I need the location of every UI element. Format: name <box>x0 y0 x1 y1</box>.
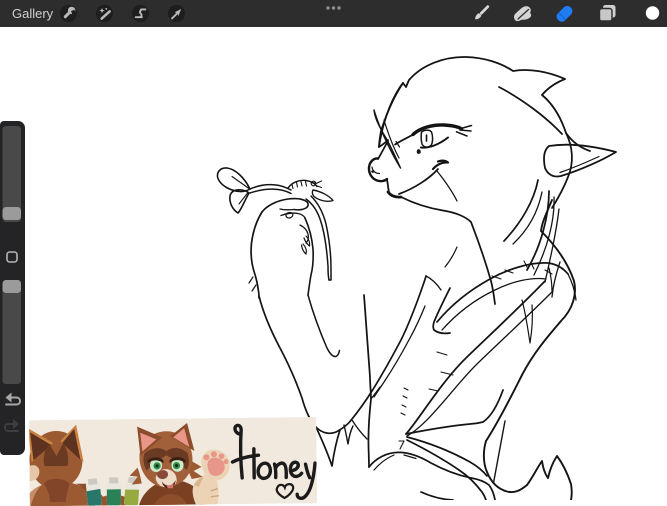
svg-text:Gallery: Gallery <box>12 6 54 21</box>
